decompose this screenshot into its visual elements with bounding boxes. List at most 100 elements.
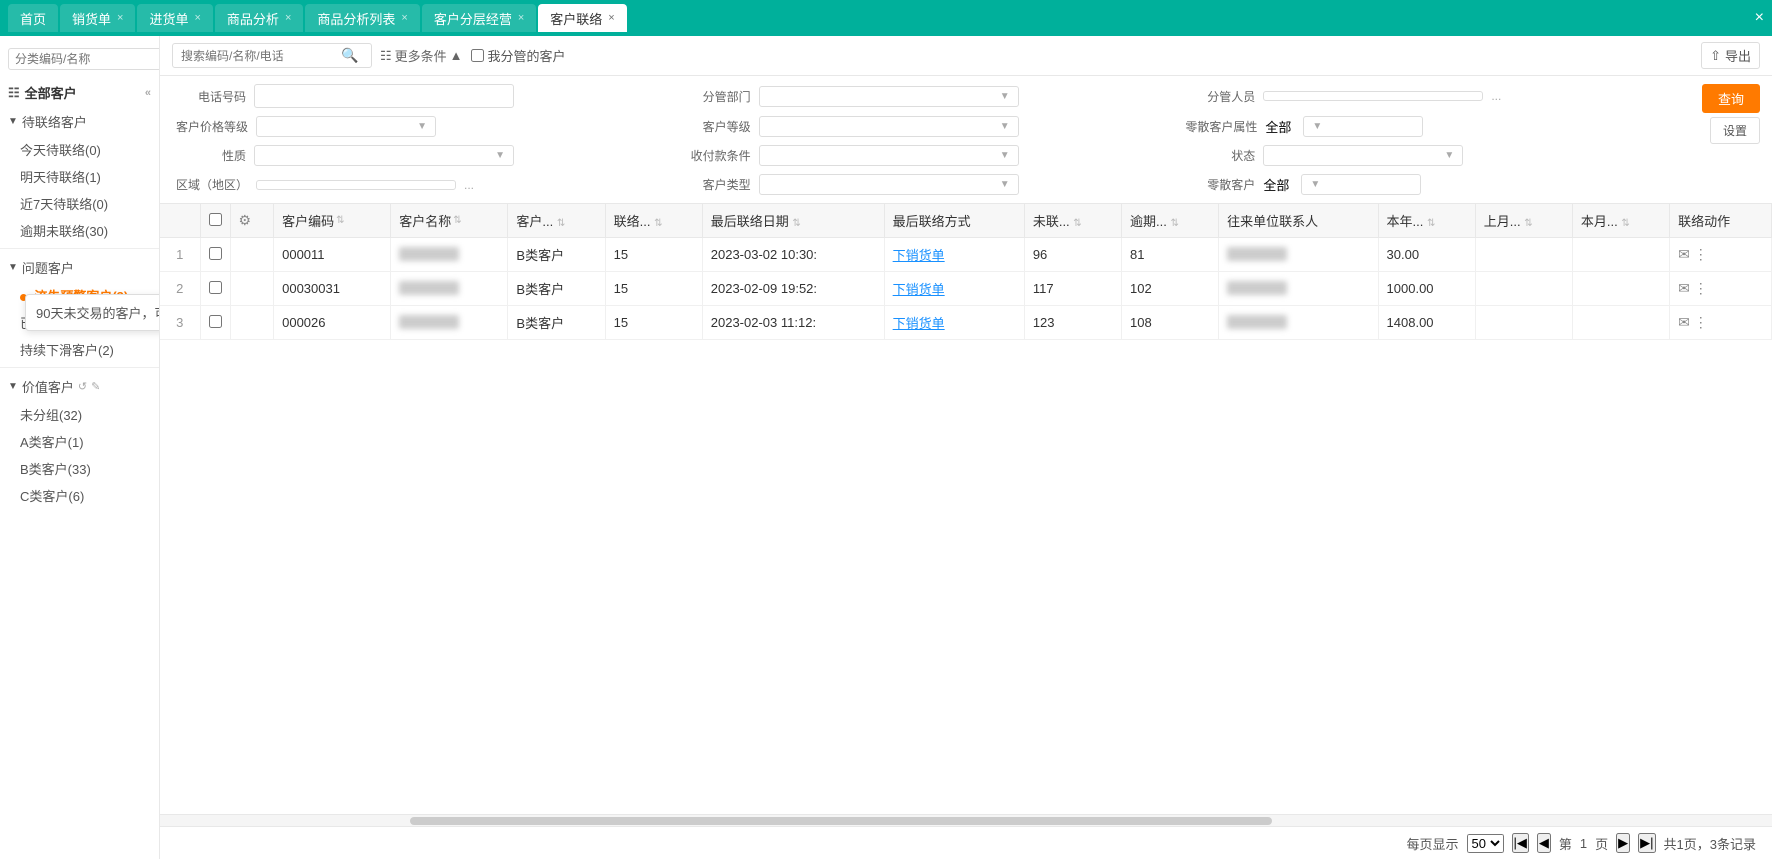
sidebar-item-class-a[interactable]: A类客户(1) [0,428,159,455]
action-phone-icon-2[interactable]: ✉ [1678,314,1690,331]
sort-type-icon[interactable]: ⇅ [557,218,565,229]
sort-contact-icon[interactable]: ⇅ [654,218,662,229]
tab-analysis-list[interactable]: 商品分析列表 × [305,4,419,32]
tab-analysis-close[interactable]: × [285,12,291,24]
tooltip-text: 90天未交易的客户，可能有流失风险。 [36,306,160,321]
col-this-year-label: 本年... [1387,214,1424,229]
sidebar-item-week[interactable]: 近7天待联络(0) [0,190,159,217]
export-button[interactable]: ⇧ 导出 [1701,42,1760,69]
cell-last-contact-method-0[interactable]: 下销货单 [884,238,1024,272]
sidebar-section-lost[interactable]: ▼ 问题客户 [0,253,159,282]
footer-per-page-select[interactable]: 50 [1467,834,1504,853]
sidebar-item-class-c[interactable]: C类客户(6) [0,482,159,509]
row-checkbox-1[interactable] [209,281,222,294]
action-more-icon-0[interactable]: ⋮ [1694,246,1708,263]
tab-analysis-list-close[interactable]: × [401,12,407,24]
sort-last-month-icon[interactable]: ⇅ [1524,218,1532,229]
footer-first-page-btn[interactable]: |◀ [1512,833,1529,853]
cell-checkbox-0[interactable] [200,238,230,272]
filter-phone-input[interactable] [254,84,514,108]
link-method-2[interactable]: 下销货单 [893,316,945,331]
filter-zero-customer-select[interactable]: ▼ [1301,174,1421,195]
action-more-icon-1[interactable]: ⋮ [1694,280,1708,297]
sidebar-item-tomorrow[interactable]: 明天待联络(1) [0,163,159,190]
sort-code-icon[interactable]: ⇅ [336,215,344,226]
settings-button[interactable]: 设置 [1710,117,1760,144]
more-conditions-btn[interactable]: ☷ 更多条件 ▲ [380,46,463,65]
sort-name-icon[interactable]: ⇅ [453,215,461,226]
sidebar-item-ungrouped[interactable]: 未分组(32) [0,401,159,428]
sidebar-search-input[interactable] [8,48,160,70]
scrollbar-track[interactable] [410,817,1272,825]
sidebar-item-class-b[interactable]: B类客户(33) [0,455,159,482]
scrollbar-area[interactable] [160,814,1772,826]
tab-customer-tier-label: 客户分层经营 [434,9,512,28]
action-phone-icon-1[interactable]: ✉ [1678,280,1690,297]
tab-customer-tier[interactable]: 客户分层经营 × [422,4,536,32]
tab-home[interactable]: 首页 [8,4,58,32]
link-method-0[interactable]: 下销货单 [893,248,945,263]
footer-prev-page-btn[interactable]: ◀ [1537,833,1551,853]
query-button[interactable]: 查询 [1702,84,1760,113]
filter-payment-select[interactable]: ▼ [759,145,1019,166]
toolbar-search-input[interactable] [181,49,341,63]
filter-dept-select[interactable]: ▼ [759,86,1019,107]
my-customers-checkbox[interactable]: 我分管的客户 [471,46,566,65]
tab-customer-contact[interactable]: 客户联络 × [538,4,626,32]
filter-customer-tier-arrow: ▼ [1000,121,1010,132]
cell-last-contact-method-2[interactable]: 下销货单 [884,306,1024,340]
row-checkbox-0[interactable] [209,247,222,260]
cell-last-contact-method-1[interactable]: 下销货单 [884,272,1024,306]
tab-purchase[interactable]: 进货单 × [137,4,212,32]
sidebar-item-overdue[interactable]: 逾期未联络(30) [0,217,159,244]
filter-customer-type-select[interactable]: ▼ [759,174,1019,195]
footer: 每页显示 50 |◀ ◀ 第 1 页 ▶ ▶| 共1页，3条记录 [160,826,1772,859]
sidebar-item-declining[interactable]: 持续下滑客户(2) [0,336,159,363]
col-header-last-month: 上月... ⇅ [1475,204,1572,238]
my-customers-check[interactable] [471,49,484,62]
refresh-icon[interactable]: ↺ [78,380,87,393]
sidebar-item-today[interactable]: 今天待联络(0) [0,136,159,163]
edit-icon[interactable]: ✎ [91,380,100,393]
filter-customer-tier-select[interactable]: ▼ [759,116,1019,137]
select-all-checkbox[interactable] [209,213,222,226]
filter-status-select[interactable]: ▼ [1263,145,1463,166]
sort-uncontacted-icon[interactable]: ⇅ [1073,218,1081,229]
col-header-settings[interactable]: ⚙ [230,204,274,238]
tab-purchase-close[interactable]: × [194,12,200,24]
footer-last-page-btn[interactable]: ▶| [1638,833,1655,853]
sidebar-section-value[interactable]: ▼ 价值客户 ↺ ✎ [0,372,159,401]
filter-gender-select[interactable]: ▼ [254,145,514,166]
action-phone-icon-0[interactable]: ✉ [1678,246,1690,263]
filter-person-select[interactable] [1263,91,1483,101]
tab-customer-contact-close[interactable]: × [608,12,614,24]
toolbar-search-button[interactable]: 🔍 [341,47,358,64]
filter-region-more[interactable]: ... [464,178,474,192]
sort-this-year-icon[interactable]: ⇅ [1427,218,1435,229]
tab-analysis[interactable]: 商品分析 × [215,4,303,32]
sidebar-all-customers[interactable]: ☷ 全部客户 « [0,78,159,107]
footer-next-page-btn[interactable]: ▶ [1616,833,1630,853]
table-settings-icon[interactable]: ⚙ [239,212,252,228]
tab-customer-tier-close[interactable]: × [518,12,524,24]
cell-settings-1 [230,272,274,306]
tab-sales-close[interactable]: × [117,12,123,24]
filter-person-more[interactable]: ... [1491,89,1501,103]
sort-this-month-icon[interactable]: ⇅ [1621,218,1629,229]
row-checkbox-2[interactable] [209,315,222,328]
sort-last-contact-date-icon[interactable]: ⇅ [792,218,800,229]
sidebar-section-pending[interactable]: ▼ 待联络客户 [0,107,159,136]
cell-last-month-2 [1475,306,1572,340]
filter-phone-label: 电话号码 [176,88,246,105]
cell-checkbox-1[interactable] [200,272,230,306]
filter-region-select[interactable] [256,180,456,190]
tab-sales[interactable]: 销货单 × [60,4,135,32]
window-close-button[interactable]: × [1755,9,1764,27]
filter-zero-attr-select[interactable]: ▼ [1303,116,1423,137]
cell-checkbox-2[interactable] [200,306,230,340]
link-method-1[interactable]: 下销货单 [893,282,945,297]
action-more-icon-2[interactable]: ⋮ [1694,314,1708,331]
collapse-icon[interactable]: « [145,87,151,99]
filter-price-tier-select[interactable]: ▼ [256,116,436,137]
sort-overdue-icon[interactable]: ⇅ [1170,218,1178,229]
